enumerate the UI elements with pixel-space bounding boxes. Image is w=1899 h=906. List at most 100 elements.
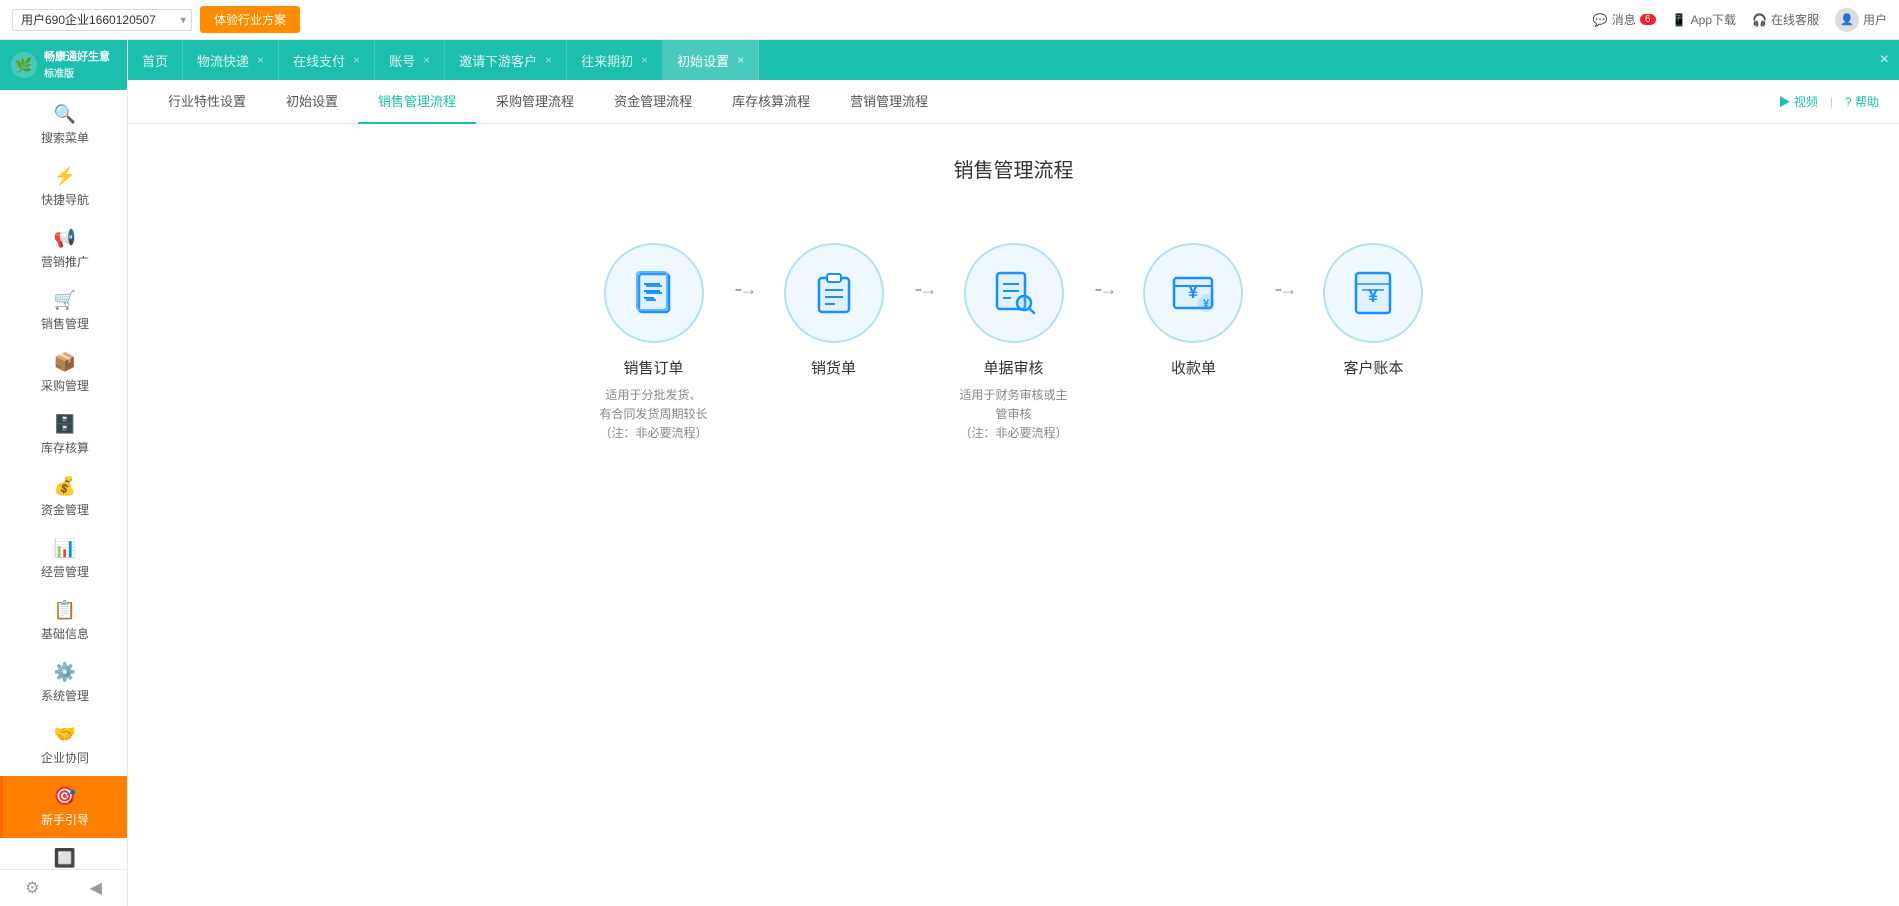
- online-service-item[interactable]: 🎧 在线客服: [1752, 11, 1819, 28]
- sidebar-item-basic-info[interactable]: 📋 基础信息: [0, 590, 127, 652]
- help-link[interactable]: ? 帮助: [1845, 93, 1879, 110]
- nav-tab-close-init-settings[interactable]: ×: [737, 53, 744, 67]
- nav-tab-init-settings[interactable]: 初始设置×: [663, 40, 759, 80]
- sidebar-label-quick-nav: 快捷导航: [41, 191, 89, 208]
- close-all-tabs[interactable]: ×: [1870, 40, 1899, 80]
- sidebar-item-finance[interactable]: 💰 资金管理: [0, 466, 127, 528]
- step-circle-customer-ledger: ¥: [1323, 243, 1423, 343]
- nav-tab-logistics[interactable]: 物流快递×: [183, 40, 279, 80]
- sidebar-bottom: ⚙ ◀: [0, 869, 127, 906]
- sidebar: 🌿 畅康通好生意 标准版 🔍 搜索菜单 ⚡ 快捷导航 📢 营销推广 🛒 销售管理…: [0, 40, 128, 906]
- experience-btn[interactable]: 体验行业方案: [200, 6, 300, 33]
- sidebar-label-system-mgmt: 系统管理: [41, 687, 89, 704]
- sidebar-label-operations: 经营管理: [41, 563, 89, 580]
- play-icon: ▶: [1778, 95, 1790, 109]
- sidebar-item-enterprise-collab[interactable]: 🤝 企业协同: [0, 714, 127, 776]
- sidebar-item-quick-nav[interactable]: ⚡ 快捷导航: [0, 156, 127, 218]
- sidebar-icon-finance: 💰: [54, 476, 76, 497]
- flow-step-doc-review[interactable]: 单据审核 适用于财务审核或主管审核（注：非必要流程）: [924, 243, 1104, 444]
- app-download-item[interactable]: 📱 App下载: [1672, 11, 1736, 28]
- nav-tab-close-logistics[interactable]: ×: [257, 53, 264, 67]
- nav-tab-period-init[interactable]: 往来期初 ×: [567, 40, 663, 80]
- message-item[interactable]: 💬 消息 6: [1593, 11, 1656, 28]
- sub-tab-finance-flow[interactable]: 资金管理流程: [594, 80, 712, 124]
- sidebar-label-sales-mgmt: 销售管理: [41, 315, 89, 332]
- sidebar-icon-search-menu: 🔍: [54, 104, 76, 125]
- sub-tab-purchase-flow[interactable]: 采购管理流程: [476, 80, 594, 124]
- sidebar-label-enterprise-collab: 企业协同: [41, 749, 89, 766]
- user-select[interactable]: 用户690企业1660120507: [12, 9, 192, 31]
- sub-tab-inventory-flow[interactable]: 库存核算流程: [712, 80, 830, 124]
- step-name-sales-invoice: 销货单: [811, 357, 856, 378]
- step-name-sales-order: 销售订单: [624, 357, 684, 378]
- collapse-icon[interactable]: ◀: [90, 878, 102, 898]
- logo-icon: 🌿: [10, 51, 38, 79]
- sidebar-icon-quick-nav: ⚡: [54, 166, 76, 187]
- top-bar-left: 用户690企业1660120507 体验行业方案: [12, 6, 300, 33]
- sidebar-item-sales-mgmt[interactable]: 🛒 销售管理: [0, 280, 127, 342]
- flow-step-customer-ledger[interactable]: ¥ 客户账本: [1283, 243, 1463, 386]
- video-label: 视频: [1794, 95, 1818, 109]
- user-item[interactable]: 👤 用户: [1835, 8, 1887, 32]
- sidebar-item-system-mgmt[interactable]: ⚙️ 系统管理: [0, 652, 127, 714]
- sidebar-icon-basic-info: 📋: [54, 600, 76, 621]
- step-circle-doc-review: [964, 243, 1064, 343]
- sidebar-item-inventory[interactable]: 🗄️ 库存核算: [0, 404, 127, 466]
- sidebar-item-search-menu[interactable]: 🔍 搜索菜单: [0, 94, 127, 156]
- sidebar-item-marketing-promo[interactable]: 📢 营销推广: [0, 218, 127, 280]
- nav-tab-payment[interactable]: 在线支付×: [279, 40, 375, 80]
- sub-tab-init[interactable]: 初始设置: [266, 80, 358, 124]
- nav-tab-close-invite-customer[interactable]: ×: [545, 53, 552, 67]
- flow-step-receipt[interactable]: ¥ ¥ 收款单: [1103, 243, 1283, 386]
- sub-tab-marketing-flow[interactable]: 营销管理流程: [830, 80, 948, 124]
- sidebar-label-new-guide: 新手引导: [41, 811, 89, 828]
- nav-tab-close-period-init[interactable]: ×: [641, 53, 648, 67]
- nav-tab-account[interactable]: 账号×: [375, 40, 445, 80]
- sidebar-items: 🔍 搜索菜单 ⚡ 快捷导航 📢 营销推广 🛒 销售管理 📦 采购管理 🗄️ 库存…: [0, 90, 127, 869]
- step-circle-sales-order: [604, 243, 704, 343]
- sidebar-label-finance: 资金管理: [41, 501, 89, 518]
- nav-tab-close-account[interactable]: ×: [423, 53, 430, 67]
- sidebar-item-purchase-mgmt[interactable]: 📦 采购管理: [0, 342, 127, 404]
- sidebar-icon-new-guide: 🎯: [54, 786, 76, 807]
- settings-icon[interactable]: ⚙: [25, 878, 39, 898]
- message-badge: 6: [1640, 14, 1656, 25]
- svg-text:🌿: 🌿: [15, 57, 32, 74]
- step-circle-receipt: ¥ ¥: [1143, 243, 1243, 343]
- nav-tab-close-payment[interactable]: ×: [353, 53, 360, 67]
- app-download-label: App下载: [1691, 11, 1736, 28]
- svg-text:¥: ¥: [1203, 298, 1210, 310]
- message-icon: 💬: [1593, 13, 1608, 27]
- user-select-wrap[interactable]: 用户690企业1660120507: [12, 9, 192, 31]
- flow-step-sales-invoice[interactable]: 销货单: [744, 243, 924, 386]
- flow-steps: 销售订单 适用于分批发货、有合同发货周期较长（注：非必要流程） ···→ 销货单…: [148, 243, 1879, 444]
- sidebar-icon-enterprise-collab: 🤝: [54, 724, 76, 745]
- nav-tab-label-invite-customer: 邀请下游客户: [459, 51, 537, 70]
- sub-tab-industry[interactable]: 行业特性设置: [148, 80, 266, 124]
- nav-tab-invite-customer[interactable]: 邀请下游客户 ×: [445, 40, 567, 80]
- sub-tab-sales-flow[interactable]: 销售管理流程: [358, 80, 476, 124]
- phone-icon: 📱: [1672, 13, 1687, 27]
- nav-tab-label-period-init: 往来期初: [581, 51, 633, 70]
- sidebar-item-app-center[interactable]: 🔲 应用中心: [0, 838, 127, 869]
- sidebar-icon-purchase-mgmt: 📦: [54, 352, 76, 373]
- logo-text: 畅康通好生意: [44, 50, 110, 64]
- main-layout: 🌿 畅康通好生意 标准版 🔍 搜索菜单 ⚡ 快捷导航 📢 营销推广 🛒 销售管理…: [0, 40, 1899, 906]
- sidebar-label-purchase-mgmt: 采购管理: [41, 377, 89, 394]
- sidebar-icon-operations: 📊: [54, 538, 76, 559]
- avatar: 👤: [1835, 8, 1859, 32]
- sidebar-item-new-guide[interactable]: 🎯 新手引导: [0, 776, 127, 838]
- username-label: 用户: [1863, 11, 1887, 28]
- nav-tab-home[interactable]: 首页: [128, 40, 183, 80]
- logo-sub: 标准版: [44, 65, 110, 80]
- step-name-receipt: 收款单: [1171, 357, 1216, 378]
- sidebar-label-basic-info: 基础信息: [41, 625, 89, 642]
- sidebar-item-operations[interactable]: 📊 经营管理: [0, 528, 127, 590]
- nav-tabs: 首页物流快递×在线支付×账号×邀请下游客户×往来期初×初始设置××: [128, 40, 1899, 80]
- flow-step-sales-order[interactable]: 销售订单 适用于分批发货、有合同发货周期较长（注：非必要流程）: [564, 243, 744, 444]
- sub-tabs-right: ▶ 视频 | ? 帮助: [1778, 93, 1879, 110]
- sidebar-icon-app-center: 🔲: [54, 848, 76, 869]
- step-name-doc-review: 单据审核: [983, 357, 1043, 378]
- sidebar-label-marketing-promo: 营销推广: [41, 253, 89, 270]
- video-link[interactable]: ▶ 视频: [1778, 93, 1817, 110]
